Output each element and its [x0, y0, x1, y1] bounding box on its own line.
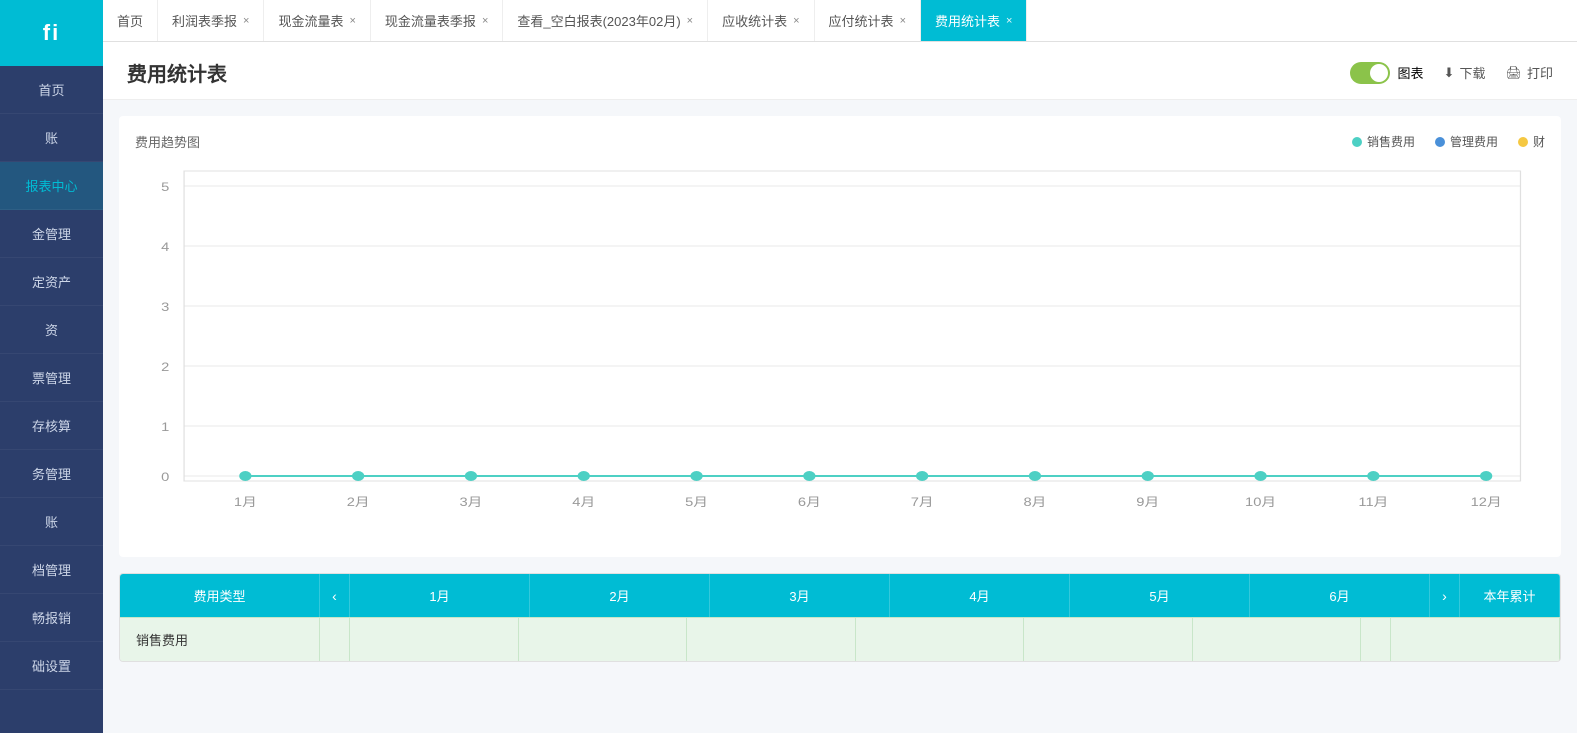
svg-text:10月: 10月 — [1245, 495, 1276, 508]
chart-header: 费用趋势图 销售费用 管理费用 财 — [135, 132, 1545, 151]
main-area: 首页 利润表季报 × 现金流量表 × 现金流量表季报 × 查看_空白报表(202… — [103, 0, 1577, 733]
table-cell-type: 销售费用 — [120, 618, 320, 661]
svg-text:7月: 7月 — [911, 495, 934, 508]
svg-text:2: 2 — [161, 360, 169, 373]
svg-text:3月: 3月 — [460, 495, 483, 508]
tab-blank-report[interactable]: 查看_空白报表(2023年02月) × — [503, 0, 708, 41]
tab-receivable[interactable]: 应收统计表 × — [708, 0, 814, 41]
line-chart-svg: 5 4 3 2 1 0 1月 2月 — [135, 161, 1545, 541]
table-cell-m1 — [350, 618, 519, 661]
sidebar-item-cash[interactable]: 金管理 — [0, 210, 103, 258]
download-icon: ⬇ — [1444, 65, 1455, 81]
table-col-month1: 1月 — [350, 574, 530, 617]
sidebar: fi 首页 账 报表中心 金管理 定资产 资 票管理 存核算 务管理 账 档管理… — [0, 0, 103, 733]
svg-text:5月: 5月 — [685, 495, 708, 508]
print-button[interactable]: 🖨 打印 — [1505, 63, 1553, 82]
svg-text:3: 3 — [161, 300, 169, 313]
expense-table: 费用类型 ‹ 1月 2月 3月 4月 5月 — [119, 573, 1561, 662]
table-cell-total — [1391, 618, 1560, 661]
legend-label-admin: 管理费用 — [1450, 133, 1498, 150]
download-button[interactable]: ⬇ 下载 — [1444, 63, 1486, 82]
sidebar-item-service[interactable]: 务管理 — [0, 450, 103, 498]
table-cell-m5 — [1024, 618, 1193, 661]
chart-title: 费用趋势图 — [135, 132, 200, 151]
svg-text:4月: 4月 — [572, 495, 595, 508]
tab-bar: 首页 利润表季报 × 现金流量表 × 现金流量表季报 × 查看_空白报表(202… — [103, 0, 1577, 42]
legend-admin: 管理费用 — [1435, 133, 1498, 150]
table-cell-spacer2 — [1361, 618, 1391, 661]
page-header: 费用统计表 图表 ⬇ 下载 🖨 打印 — [103, 42, 1577, 100]
tab-payable[interactable]: 应付统计表 × — [815, 0, 921, 41]
svg-text:9月: 9月 — [1136, 495, 1159, 508]
tab-close-payable[interactable]: × — [900, 15, 906, 27]
table-cell-spacer1 — [320, 618, 350, 661]
chart-toggle-label: 图表 — [1398, 63, 1424, 82]
sidebar-item-reports[interactable]: 报表中心 — [0, 162, 103, 210]
table-nav-prev[interactable]: ‹ — [320, 574, 350, 617]
table-col-month5: 5月 — [1070, 574, 1250, 617]
svg-text:1月: 1月 — [234, 495, 257, 508]
sidebar-logo: fi — [0, 0, 103, 66]
table-col-month2: 2月 — [530, 574, 710, 617]
svg-text:4: 4 — [161, 240, 170, 253]
sidebar-item-ledger[interactable]: 账 — [0, 498, 103, 546]
svg-text:11月: 11月 — [1358, 495, 1388, 508]
sidebar-item-expense[interactable]: 畅报销 — [0, 594, 103, 642]
table-cell-m4 — [856, 618, 1025, 661]
table-cell-m6 — [1193, 618, 1362, 661]
sidebar-item-settings[interactable]: 础设置 — [0, 642, 103, 690]
legend-dot-finance — [1518, 137, 1528, 147]
legend-sales: 销售费用 — [1352, 133, 1415, 150]
table-col-month6: 6月 — [1250, 574, 1430, 617]
sidebar-item-inventory[interactable]: 存核算 — [0, 402, 103, 450]
table-header: 费用类型 ‹ 1月 2月 3月 4月 5月 — [120, 574, 1560, 617]
tab-cashflow[interactable]: 现金流量表 × — [264, 0, 370, 41]
sidebar-item-home[interactable]: 首页 — [0, 66, 103, 114]
table-col-month4: 4月 — [890, 574, 1070, 617]
print-icon: 🖨 — [1505, 65, 1522, 81]
legend-label-sales: 销售费用 — [1367, 133, 1415, 150]
sidebar-item-invoice[interactable]: 票管理 — [0, 354, 103, 402]
svg-text:5: 5 — [161, 180, 169, 193]
table-nav-next[interactable]: › — [1430, 574, 1460, 617]
table-col-total: 本年累计 — [1460, 574, 1560, 617]
table-cell-m2 — [519, 618, 688, 661]
page-title: 费用统计表 — [127, 58, 227, 87]
legend-dot-admin — [1435, 137, 1445, 147]
chart-toggle[interactable] — [1350, 62, 1390, 84]
table-col-month3: 3月 — [710, 574, 890, 617]
svg-text:12月: 12月 — [1471, 495, 1502, 508]
page-content: 费用统计表 图表 ⬇ 下载 🖨 打印 费用趋势图 — [103, 42, 1577, 733]
chart-toggle-wrap: 图表 — [1350, 62, 1424, 84]
tab-cashflow-quarterly[interactable]: 现金流量表季报 × — [371, 0, 503, 41]
tab-expense-stats[interactable]: 费用统计表 × — [921, 0, 1027, 41]
svg-text:8月: 8月 — [1024, 495, 1047, 508]
svg-text:2月: 2月 — [347, 495, 370, 508]
tab-close-cashflow[interactable]: × — [349, 15, 355, 27]
sidebar-item-resource[interactable]: 资 — [0, 306, 103, 354]
chart-container: 5 4 3 2 1 0 1月 2月 — [135, 161, 1545, 541]
legend-label-finance: 财 — [1533, 133, 1545, 150]
chart-legend: 销售费用 管理费用 财 — [1352, 133, 1545, 150]
tab-profit-quarterly[interactable]: 利润表季报 × — [158, 0, 264, 41]
table-cell-m3 — [687, 618, 856, 661]
svg-text:6月: 6月 — [798, 495, 821, 508]
sidebar-item-account[interactable]: 账 — [0, 114, 103, 162]
sidebar-item-archive[interactable]: 档管理 — [0, 546, 103, 594]
svg-text:1: 1 — [161, 420, 169, 433]
header-actions: 图表 ⬇ 下载 🖨 打印 — [1350, 62, 1553, 84]
table-col-type: 费用类型 — [120, 574, 320, 617]
chart-section: 费用趋势图 销售费用 管理费用 财 — [119, 116, 1561, 557]
sidebar-item-assets[interactable]: 定资产 — [0, 258, 103, 306]
table-row: 销售费用 — [120, 617, 1560, 661]
tab-close-profit-quarterly[interactable]: × — [243, 15, 249, 27]
tab-home[interactable]: 首页 — [103, 0, 158, 41]
tab-close-blank-report[interactable]: × — [687, 15, 693, 27]
tab-close-expense-stats[interactable]: × — [1006, 15, 1012, 27]
svg-text:0: 0 — [161, 470, 169, 483]
tab-close-receivable[interactable]: × — [793, 15, 799, 27]
tab-close-cashflow-quarterly[interactable]: × — [482, 15, 488, 27]
legend-dot-sales — [1352, 137, 1362, 147]
legend-finance: 财 — [1518, 133, 1545, 150]
